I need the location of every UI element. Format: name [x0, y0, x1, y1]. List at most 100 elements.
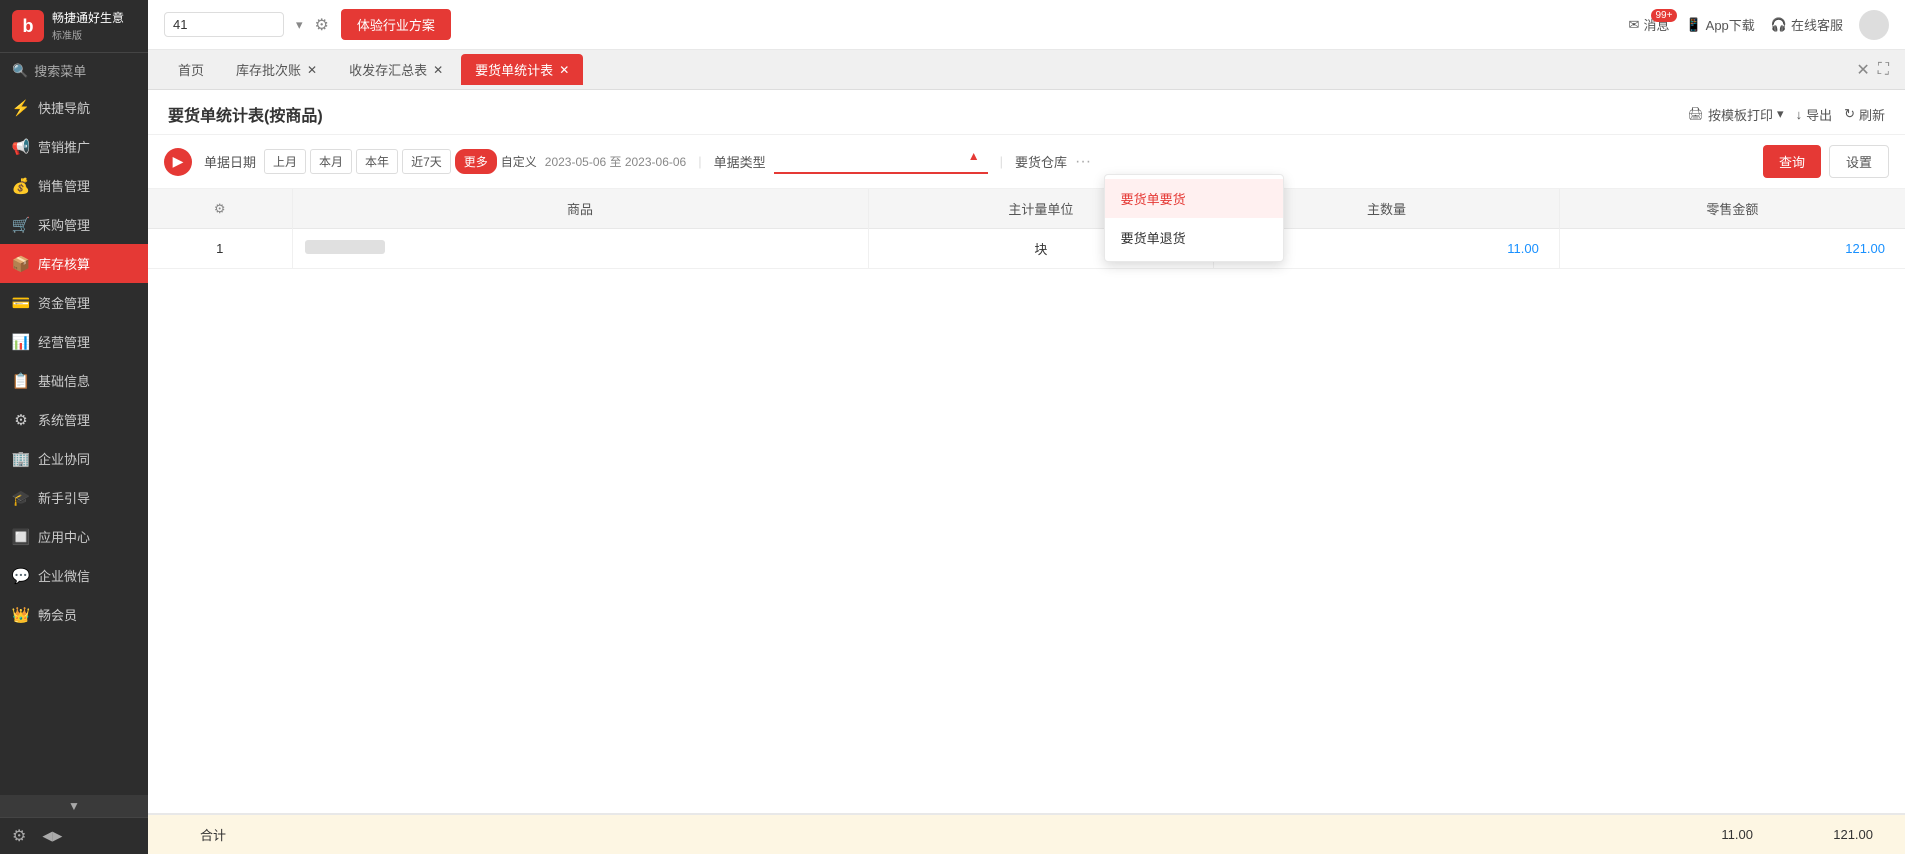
- tab-expand-icon[interactable]: ⛶: [1878, 61, 1889, 79]
- col-settings: ⚙: [148, 189, 292, 229]
- sidebar-item-enterprise[interactable]: 🏢 企业协同: [0, 439, 148, 478]
- sidebar-item-label: 经营管理: [38, 332, 90, 351]
- tabbar-right: ✕ ⛶: [1856, 60, 1889, 80]
- online-service-btn[interactable]: 🎧 在线客服: [1771, 15, 1843, 34]
- inventory-icon: 📦: [12, 255, 30, 273]
- 7days-btn[interactable]: 近7天: [402, 149, 451, 174]
- guide-icon: 🎓: [12, 489, 30, 507]
- tab-order-stats-close[interactable]: ✕: [559, 63, 569, 77]
- online-service-label: 在线客服: [1791, 15, 1843, 34]
- tab-receipt-summary-close[interactable]: ✕: [433, 63, 443, 77]
- column-settings-icon[interactable]: ⚙: [214, 201, 226, 216]
- sidebar-item-label: 系统管理: [38, 410, 90, 429]
- this-month-btn[interactable]: 本月: [310, 149, 352, 174]
- breadcrumb-input[interactable]: [164, 12, 284, 37]
- dropdown-option-0[interactable]: 要货单要货: [1105, 179, 1283, 218]
- dropdown-option-1[interactable]: 要货单退货: [1105, 218, 1283, 257]
- filter-expand-btn[interactable]: ▶: [164, 148, 192, 176]
- app-name: 畅捷通好生意: [52, 10, 124, 27]
- sidebar-item-finance[interactable]: 💳 资金管理: [0, 283, 148, 322]
- tab-home[interactable]: 首页: [164, 54, 218, 85]
- tab-receipt-summary[interactable]: 收发存汇总表 ✕: [335, 54, 457, 85]
- sidebar-search[interactable]: 🔍 搜索菜单: [0, 53, 148, 88]
- query-btn[interactable]: 查询: [1763, 145, 1821, 178]
- printer-icon: 🖨: [1688, 106, 1705, 122]
- sidebar-item-guide[interactable]: 🎓 新手引导: [0, 478, 148, 517]
- sidebar-item-label: 库存核算: [38, 254, 90, 273]
- row-product: [292, 229, 868, 269]
- print-template-btn[interactable]: 🖨 按模板打印 ▾: [1688, 105, 1784, 124]
- more-dates-btn[interactable]: 更多: [455, 149, 497, 174]
- tab-inventory-batch[interactable]: 库存批次账 ✕: [222, 54, 331, 85]
- sidebar-search-label: 搜索菜单: [34, 61, 86, 80]
- tab-inventory-batch-label: 库存批次账: [236, 60, 301, 79]
- sidebar: b 畅捷通好生意 标准版 🔍 搜索菜单 ⚡ 快捷导航 📢 营销推广 💰 销售管理…: [0, 0, 148, 854]
- retail-amount-link[interactable]: 121.00: [1845, 241, 1885, 256]
- messages-badge: 99+: [1651, 9, 1678, 22]
- warehouse-more-icon[interactable]: ···: [1075, 153, 1091, 171]
- sidebar-item-label: 企业微信: [38, 566, 90, 585]
- app-download-btn[interactable]: 📱 App下载: [1685, 15, 1754, 34]
- tab-receipt-summary-label: 收发存汇总表: [349, 60, 427, 79]
- sales-icon: 💰: [12, 177, 30, 195]
- sidebar-scroll-down[interactable]: ▼: [0, 795, 148, 817]
- sidebar-item-wechat[interactable]: 💬 企业微信: [0, 556, 148, 595]
- sidebar-item-system[interactable]: ⚙ 系统管理: [0, 400, 148, 439]
- sidebar-item-quick-nav[interactable]: ⚡ 快捷导航: [0, 88, 148, 127]
- trial-btn[interactable]: 体验行业方案: [341, 9, 451, 40]
- filter-separator: |: [698, 154, 701, 169]
- tab-more-icon[interactable]: ✕: [1856, 60, 1869, 80]
- marketing-icon: 📢: [12, 138, 30, 156]
- custom-date-btn[interactable]: 自定义: [501, 153, 537, 170]
- enterprise-icon: 🏢: [12, 450, 30, 468]
- quick-nav-icon: ⚡: [12, 99, 30, 117]
- tabbar: 首页 库存批次账 ✕ 收发存汇总表 ✕ 要货单统计表 ✕ ✕ ⛶: [148, 50, 1905, 90]
- purchase-icon: 🛒: [12, 216, 30, 234]
- sidebar-item-marketing[interactable]: 📢 营销推广: [0, 127, 148, 166]
- tab-order-stats[interactable]: 要货单统计表 ✕: [461, 54, 583, 85]
- collapse-icon[interactable]: ◀▶: [42, 828, 62, 844]
- sidebar-logo: b 畅捷通好生意 标准版: [0, 0, 148, 53]
- settings-icon[interactable]: ⚙: [12, 826, 26, 846]
- data-table: ⚙ 商品 主计量单位 主数量 零售金额 1 块: [148, 189, 1905, 269]
- type-selector-input[interactable]: [774, 149, 988, 174]
- topbar-gear-icon[interactable]: ⚙: [315, 15, 329, 35]
- refresh-btn[interactable]: ↻ 刷新: [1844, 105, 1885, 124]
- download-icon: 📱: [1685, 17, 1701, 33]
- user-avatar[interactable]: [1859, 10, 1889, 40]
- last-month-btn[interactable]: 上月: [264, 149, 306, 174]
- footer-quantity: 11.00: [1653, 827, 1773, 842]
- tab-order-stats-label: 要货单统计表: [475, 60, 553, 79]
- messages-btn[interactable]: ✉ 消息 99+: [1629, 15, 1670, 34]
- chevron-down-icon: ▾: [296, 17, 303, 33]
- sidebar-item-inventory[interactable]: 📦 库存核算: [0, 244, 148, 283]
- type-selector-arrow-icon[interactable]: ▲: [968, 149, 980, 163]
- this-year-btn[interactable]: 本年: [356, 149, 398, 174]
- export-btn[interactable]: ↓ 导出: [1796, 105, 1833, 124]
- filter-actions: 查询 设置: [1763, 145, 1889, 178]
- page-header: 要货单统计表(按商品) 🖨 按模板打印 ▾ ↓ 导出 ↻ 刷新: [148, 90, 1905, 135]
- sidebar-item-purchase[interactable]: 🛒 采购管理: [0, 205, 148, 244]
- sidebar-item-base[interactable]: 📋 基础信息: [0, 361, 148, 400]
- row-retail-amount: 121.00: [1559, 229, 1905, 269]
- topbar-right: ✉ 消息 99+ 📱 App下载 🎧 在线客服: [1629, 10, 1889, 40]
- settings-btn[interactable]: 设置: [1829, 145, 1889, 178]
- tab-inventory-batch-close[interactable]: ✕: [307, 63, 317, 77]
- refresh-icon: ↻: [1844, 106, 1855, 122]
- appstore-icon: 🔲: [12, 528, 30, 546]
- sidebar-item-member[interactable]: 👑 畅会员: [0, 595, 148, 634]
- sidebar-item-operations[interactable]: 📊 经营管理: [0, 322, 148, 361]
- app-edition: 标准版: [52, 27, 124, 42]
- sidebar-item-sales[interactable]: 💰 销售管理: [0, 166, 148, 205]
- refresh-label: 刷新: [1859, 105, 1885, 124]
- sidebar-item-appstore[interactable]: 🔲 应用中心: [0, 517, 148, 556]
- topbar: ▾ ⚙ 体验行业方案 ✉ 消息 99+ 📱 App下载 🎧 在线客服: [148, 0, 1905, 50]
- member-icon: 👑: [12, 606, 30, 624]
- app-download-label: App下载: [1706, 15, 1755, 34]
- footer-retail-amount: 121.00: [1773, 827, 1893, 842]
- sidebar-bottom: ⚙ ◀▶: [0, 817, 148, 854]
- page-actions: 🖨 按模板打印 ▾ ↓ 导出 ↻ 刷新: [1688, 105, 1886, 124]
- main-area: ▾ ⚙ 体验行业方案 ✉ 消息 99+ 📱 App下载 🎧 在线客服 首页: [148, 0, 1905, 854]
- search-icon: 🔍: [12, 63, 28, 79]
- quantity-link[interactable]: 11.00: [1507, 241, 1539, 256]
